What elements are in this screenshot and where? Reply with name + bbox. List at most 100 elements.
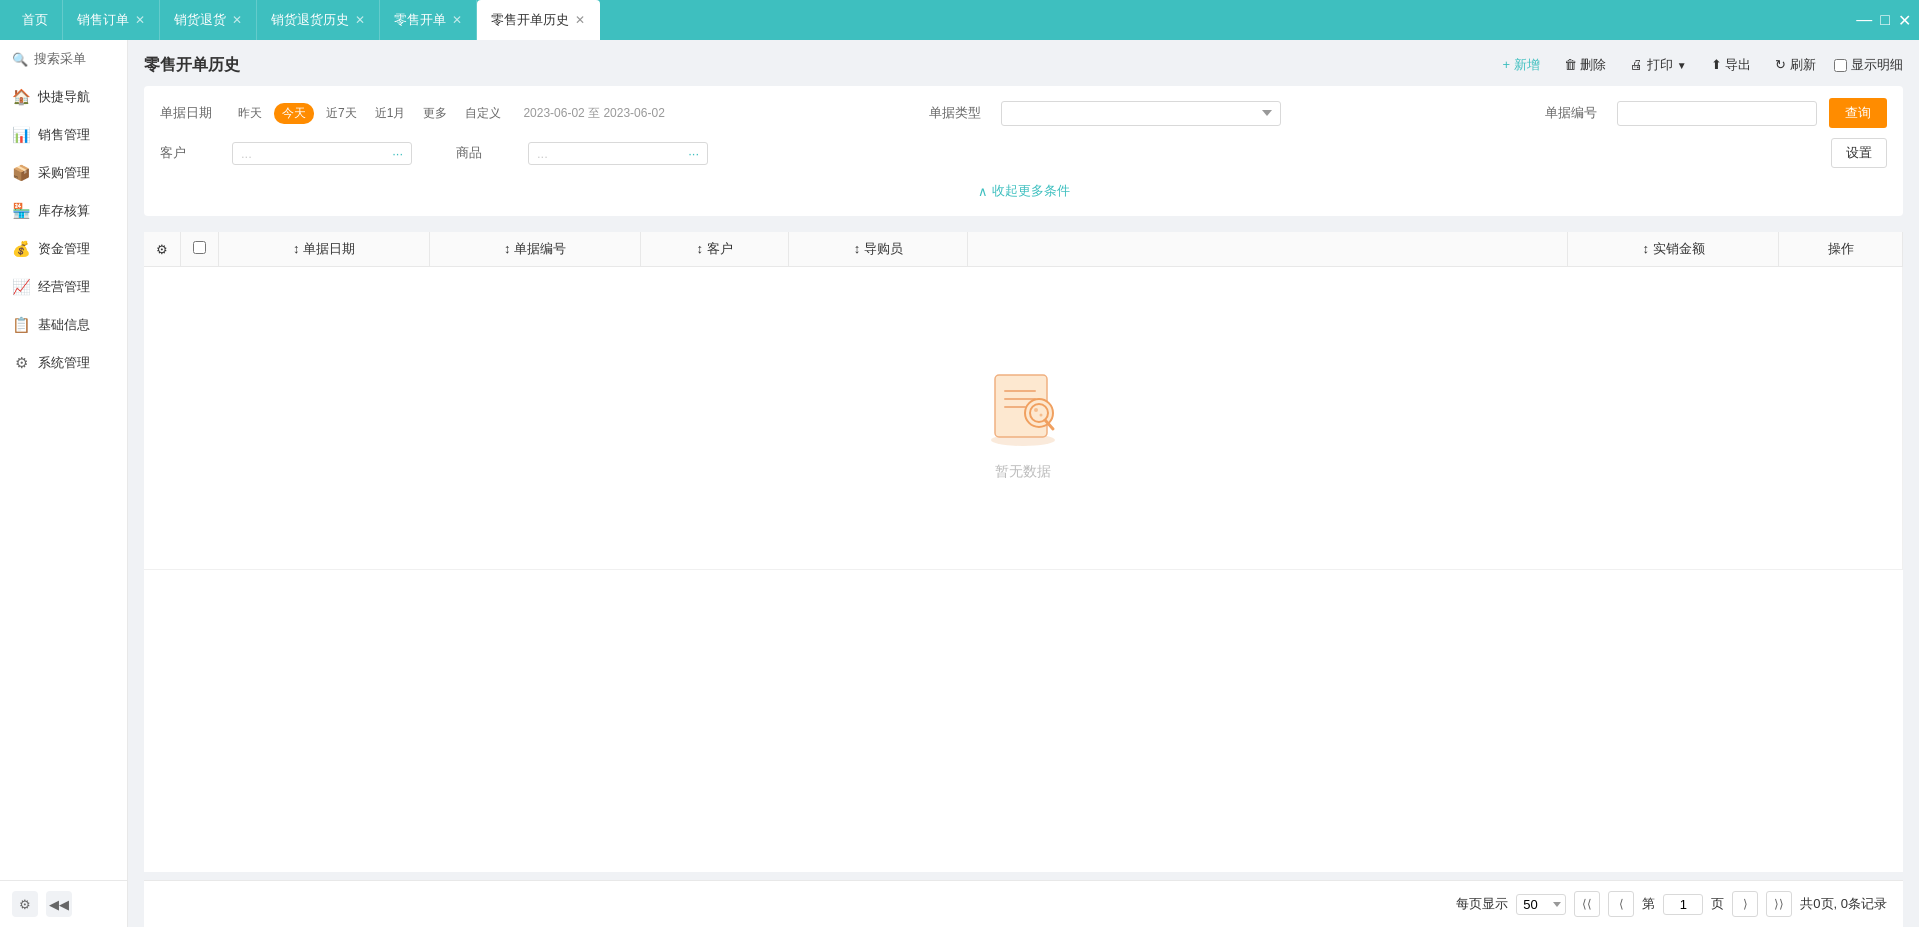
th-salesperson[interactable]: ↕ 导购员 xyxy=(788,232,968,267)
th-date[interactable]: ↕ 单据日期 xyxy=(219,232,430,267)
content-area: 零售开单历史 + 新增 🗑 删除 🖨 打印 ▼ ⬆ 导出 ↻ 刷新 显示明细 xyxy=(128,40,1919,927)
sidebar-item-basic-info[interactable]: 📋 基础信息 xyxy=(0,306,127,344)
page-number-input[interactable] xyxy=(1663,894,1703,915)
per-page-select[interactable]: 50 10 20 100 xyxy=(1516,894,1566,915)
th-settings[interactable]: ⚙ xyxy=(144,232,181,267)
sidebar-item-sys-mgmt[interactable]: ⚙ 系统管理 xyxy=(0,344,127,382)
empty-text: 暂无数据 xyxy=(995,463,1051,481)
sidebar-item-inventory[interactable]: 🏪 库存核算 xyxy=(0,192,127,230)
sidebar: 🔍 搜索采单 🏠 快捷导航 📊 销售管理 📦 采购管理 🏪 库存核算 💰 资金管… xyxy=(0,40,128,927)
top-bar-actions: — □ ✕ xyxy=(1856,11,1911,30)
last-page-btn[interactable]: ⟩⟩ xyxy=(1766,891,1792,917)
basic-info-icon: 📋 xyxy=(12,316,30,334)
customer-label: 客户 xyxy=(160,144,220,162)
tab-home[interactable]: 首页 xyxy=(8,0,63,40)
th-customer[interactable]: ↕ 客户 xyxy=(640,232,788,267)
window-minimize-icon[interactable]: — xyxy=(1856,11,1872,29)
table-settings-icon[interactable]: ⚙ xyxy=(156,242,168,257)
top-tabbar: 首页 销售订单 ✕ 销货退货 ✕ 销货退货历史 ✕ 零售开单 ✕ 零售开单历史 … xyxy=(0,0,1919,40)
first-page-btn[interactable]: ⟨⟨ xyxy=(1574,891,1600,917)
shortcut-more[interactable]: 更多 xyxy=(417,103,453,124)
sidebar-item-finance[interactable]: 💰 资金管理 xyxy=(0,230,127,268)
doc-no-label: 单据编号 xyxy=(1545,104,1605,122)
sidebar-item-purchase-mgmt[interactable]: 📦 采购管理 xyxy=(0,154,127,192)
svg-point-10 xyxy=(1040,414,1043,417)
th-spacer xyxy=(968,232,1568,267)
shortcut-yesterday[interactable]: 昨天 xyxy=(232,103,268,124)
empty-state: 暂无数据 xyxy=(156,275,1890,561)
toolbar: + 新增 🗑 删除 🖨 打印 ▼ ⬆ 导出 ↻ 刷新 显示明细 xyxy=(1496,52,1903,78)
shortcut-today[interactable]: 今天 xyxy=(274,103,314,124)
sys-mgmt-icon: ⚙ xyxy=(12,354,30,372)
print-button[interactable]: 🖨 打印 ▼ xyxy=(1624,52,1693,78)
next-page-btn[interactable]: ⟩ xyxy=(1732,891,1758,917)
inventory-icon: 🏪 xyxy=(12,202,30,220)
query-button[interactable]: 查询 xyxy=(1829,98,1887,128)
print-dropdown-icon[interactable]: ▼ xyxy=(1677,60,1687,71)
page-header: 零售开单历史 + 新增 🗑 删除 🖨 打印 ▼ ⬆ 导出 ↻ 刷新 显示明细 xyxy=(128,40,1919,86)
date-range-text: 2023-06-02 至 2023-06-02 xyxy=(523,105,664,122)
sidebar-item-quick-nav[interactable]: 🏠 快捷导航 xyxy=(0,78,127,116)
sidebar-item-sales-mgmt[interactable]: 📊 销售管理 xyxy=(0,116,127,154)
shortcut-custom[interactable]: 自定义 xyxy=(459,103,507,124)
refresh-button[interactable]: ↻ 刷新 xyxy=(1769,52,1822,78)
empty-state-cell: 暂无数据 xyxy=(144,267,1903,570)
search-icon: 🔍 xyxy=(12,52,28,67)
pagination-bar: 每页显示 50 10 20 100 ⟨⟨ ⟨ 第 页 ⟩ ⟩⟩ 共0页, 0条记… xyxy=(144,880,1903,927)
customer-picker-btn[interactable]: ··· xyxy=(392,146,403,161)
show-detail-checkbox[interactable] xyxy=(1834,59,1847,72)
total-text: 共0页, 0条记录 xyxy=(1800,895,1887,913)
delete-button[interactable]: 🗑 删除 xyxy=(1558,52,1613,78)
sidebar-search[interactable]: 🔍 搜索采单 xyxy=(0,40,127,78)
page-title: 零售开单历史 xyxy=(144,55,240,76)
sales-mgmt-icon: 📊 xyxy=(12,126,30,144)
tab-retail-open[interactable]: 零售开单 ✕ xyxy=(380,0,477,40)
table-wrapper: ⚙ ↕ 单据日期 ↕ 单据编号 xyxy=(144,232,1903,872)
shortcut-last-month[interactable]: 近1月 xyxy=(369,103,412,124)
quick-nav-icon: 🏠 xyxy=(12,88,30,106)
show-detail-checkbox-wrapper[interactable]: 显示明细 xyxy=(1834,56,1903,74)
th-amount[interactable]: ↕ 实销金额 xyxy=(1568,232,1779,267)
empty-illustration xyxy=(973,355,1073,455)
page-label: 第 xyxy=(1642,895,1655,913)
th-doc-no[interactable]: ↕ 单据编号 xyxy=(429,232,640,267)
add-button[interactable]: + 新增 xyxy=(1496,52,1545,78)
doc-type-select[interactable] xyxy=(1001,101,1281,126)
tab-close-sales-return[interactable]: ✕ xyxy=(232,13,242,27)
goods-picker-btn[interactable]: ··· xyxy=(688,146,699,161)
chevron-up-icon: ∧ xyxy=(978,184,988,199)
page-label-suffix: 页 xyxy=(1711,895,1724,913)
tab-sales-return-history[interactable]: 销货退货历史 ✕ xyxy=(257,0,380,40)
tab-retail-open-history[interactable]: 零售开单历史 ✕ xyxy=(477,0,600,40)
table-header-row: ⚙ ↕ 单据日期 ↕ 单据编号 xyxy=(144,232,1903,267)
filter-row-2: 客户 ... ··· 商品 ... ··· 设置 xyxy=(160,138,1887,168)
tab-close-sales-order[interactable]: ✕ xyxy=(135,13,145,27)
svg-point-9 xyxy=(1034,408,1038,412)
tab-close-retail-open-history[interactable]: ✕ xyxy=(575,13,585,27)
shortcut-last7[interactable]: 近7天 xyxy=(320,103,363,124)
tab-close-sales-return-history[interactable]: ✕ xyxy=(355,13,365,27)
export-button[interactable]: ⬆ 导出 xyxy=(1705,52,1758,78)
doc-no-input[interactable] xyxy=(1617,101,1817,126)
sidebar-item-ops-mgmt[interactable]: 📈 经营管理 xyxy=(0,268,127,306)
tab-sales-order[interactable]: 销售订单 ✕ xyxy=(63,0,160,40)
finance-icon: 💰 xyxy=(12,240,30,258)
th-actions: 操作 xyxy=(1779,232,1903,267)
goods-label: 商品 xyxy=(456,144,516,162)
tab-sales-return[interactable]: 销货退货 ✕ xyxy=(160,0,257,40)
select-all-checkbox[interactable] xyxy=(193,241,206,254)
ops-mgmt-icon: 📈 xyxy=(12,278,30,296)
th-checkbox[interactable] xyxy=(181,232,219,267)
prev-page-btn[interactable]: ⟨ xyxy=(1608,891,1634,917)
tab-close-retail-open[interactable]: ✕ xyxy=(452,13,462,27)
collapse-sidebar-icon[interactable]: ◀◀ xyxy=(46,891,72,917)
settings-button[interactable]: 设置 xyxy=(1831,138,1887,168)
window-maximize-icon[interactable]: □ xyxy=(1880,11,1890,29)
per-page-label: 每页显示 xyxy=(1456,895,1508,913)
settings-bottom-icon[interactable]: ⚙ xyxy=(12,891,38,917)
collapse-more-btn[interactable]: ∧ 收起更多条件 xyxy=(160,178,1887,204)
doc-type-label: 单据类型 xyxy=(929,104,989,122)
window-close-icon[interactable]: ✕ xyxy=(1898,11,1911,30)
filter-area: 单据日期 昨天 今天 近7天 近1月 更多 自定义 2023-06-02 至 2… xyxy=(144,86,1903,216)
sidebar-bottom: ⚙ ◀◀ xyxy=(0,880,127,927)
